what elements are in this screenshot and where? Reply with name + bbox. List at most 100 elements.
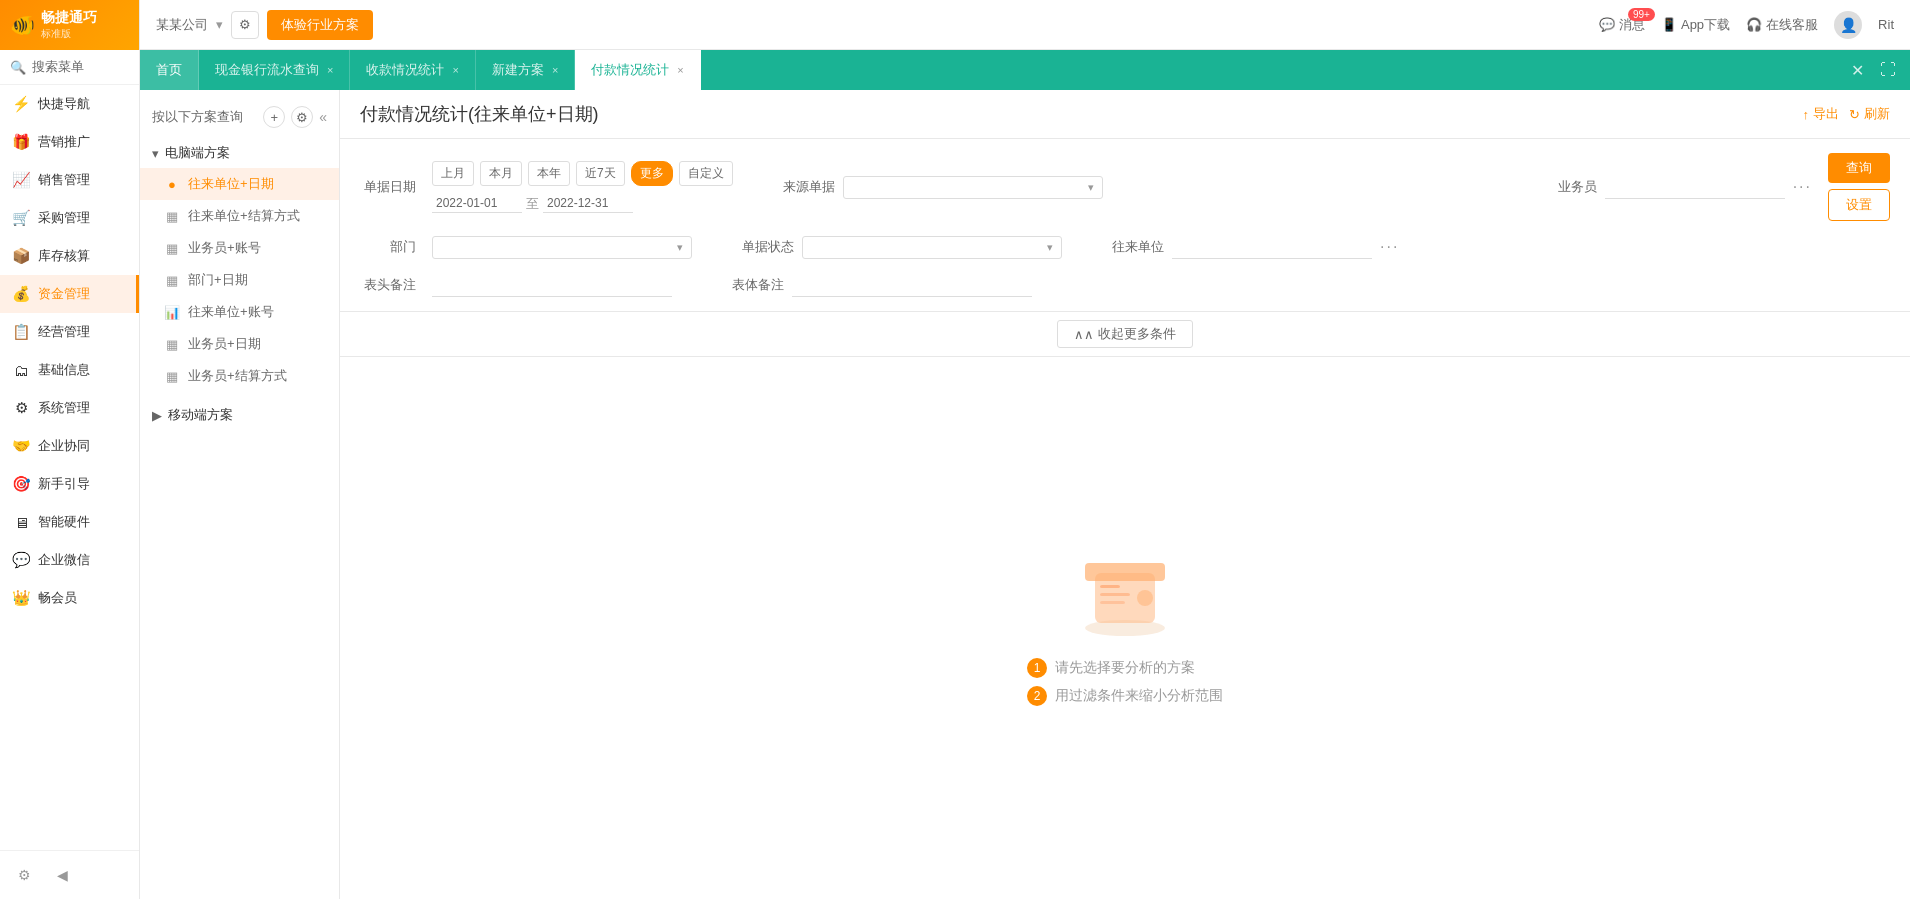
- tab-bank[interactable]: 现金银行流水查询 ×: [199, 50, 350, 90]
- topbar-gear-btn[interactable]: ⚙: [231, 11, 259, 39]
- scheme-item-1[interactable]: ▦ 往来单位+结算方式: [140, 200, 339, 232]
- export-btn[interactable]: ↑ 导出: [1803, 105, 1840, 123]
- sidebar-item-enterprise[interactable]: 🤝 企业协同: [0, 427, 139, 465]
- panel-collapse-btn[interactable]: «: [319, 109, 327, 125]
- sidebar-item-system[interactable]: ⚙ 系统管理: [0, 389, 139, 427]
- date-more-btn[interactable]: 更多: [631, 161, 673, 186]
- svg-point-6: [1137, 590, 1153, 606]
- sidebar-collapse-btn[interactable]: ◀: [48, 861, 76, 889]
- scheme-item-4[interactable]: 📊 往来单位+账号: [140, 296, 339, 328]
- query-btn[interactable]: 查询: [1828, 153, 1890, 183]
- tab-home[interactable]: 首页: [140, 50, 199, 90]
- header-note-input[interactable]: [432, 273, 672, 297]
- tab-payment[interactable]: 付款情况统计 ×: [575, 50, 700, 90]
- app-download-btn[interactable]: 📱 App下载: [1661, 16, 1730, 34]
- scheme-icon-1: ▦: [164, 208, 180, 224]
- svg-rect-5: [1100, 601, 1125, 604]
- sidebar-item-marketing[interactable]: 🎁 营销推广: [0, 123, 139, 161]
- collapse-more-btn[interactable]: ∧∧ 收起更多条件: [1057, 320, 1193, 348]
- sidebar-item-shortcut[interactable]: ⚡ 快捷导航: [0, 85, 139, 123]
- date-last-month-btn[interactable]: 上月: [432, 161, 474, 186]
- scheme-item-label: 业务员+结算方式: [188, 367, 287, 385]
- receipt-tab-close[interactable]: ×: [452, 64, 458, 76]
- sidebar-item-capital[interactable]: 💰 资金管理: [0, 275, 139, 313]
- date-start-input[interactable]: [432, 194, 522, 213]
- counterparty-input[interactable]: [1172, 235, 1372, 259]
- sidebar-item-operations[interactable]: 📋 经营管理: [0, 313, 139, 351]
- hint-num-2: 2: [1027, 686, 1047, 706]
- tab-receipt[interactable]: 收款情况统计 ×: [350, 50, 475, 90]
- tab-expand-btn[interactable]: ⛶: [1874, 57, 1902, 83]
- desktop-group-title[interactable]: ▾ 电脑端方案: [140, 138, 339, 168]
- sidebar-item-purchase[interactable]: 🛒 采购管理: [0, 199, 139, 237]
- marketing-icon: 🎁: [12, 133, 30, 151]
- inventory-icon: 📦: [12, 247, 30, 265]
- sidebar-item-label: 销售管理: [38, 171, 90, 189]
- receipt-tab-label: 收款情况统计: [366, 61, 444, 79]
- date-this-month-btn[interactable]: 本月: [480, 161, 522, 186]
- sidebar-settings-btn[interactable]: ⚙: [10, 861, 38, 889]
- salesperson-input[interactable]: [1605, 175, 1785, 199]
- search-menu[interactable]: 🔍 搜索菜单: [0, 50, 139, 85]
- system-icon: ⚙: [12, 399, 30, 417]
- service-label: 在线客服: [1766, 16, 1818, 34]
- body-note-input[interactable]: [792, 273, 1032, 297]
- search-label: 搜索菜单: [32, 58, 84, 76]
- mobile-scheme-group: ▶ 移动端方案: [140, 396, 339, 434]
- username: Rit: [1878, 17, 1894, 32]
- message-btn[interactable]: 💬 消息 99+: [1599, 16, 1645, 34]
- right-panel: 付款情况统计(往来单位+日期) ↑ 导出 ↻ 刷新 单据日期: [340, 90, 1910, 899]
- tab-close-all-btn[interactable]: ✕: [1845, 57, 1870, 84]
- mobile-group-title[interactable]: ▶ 移动端方案: [140, 400, 339, 430]
- refresh-btn[interactable]: ↻ 刷新: [1849, 105, 1890, 123]
- refresh-icon: ↻: [1849, 107, 1860, 122]
- enterprise-icon: 🤝: [12, 437, 30, 455]
- desktop-group-label: 电脑端方案: [165, 144, 230, 162]
- salesperson-more-btn[interactable]: ···: [1793, 178, 1812, 196]
- sidebar-item-smart[interactable]: 🖥 智能硬件: [0, 503, 139, 541]
- sidebar-item-sales[interactable]: 📈 销售管理: [0, 161, 139, 199]
- sidebar-item-label: 智能硬件: [38, 513, 90, 531]
- scheme-item-3[interactable]: ▦ 部门+日期: [140, 264, 339, 296]
- user-avatar: 👤: [1834, 11, 1862, 39]
- date-custom-btn[interactable]: 自定义: [679, 161, 733, 186]
- dept-select[interactable]: ▾: [432, 236, 692, 259]
- scheme-item-label: 往来单位+日期: [188, 175, 274, 193]
- company-name: 某某公司: [156, 16, 208, 34]
- new-tab-close[interactable]: ×: [552, 64, 558, 76]
- shortcut-icon: ⚡: [12, 95, 30, 113]
- date-end-input[interactable]: [543, 194, 633, 213]
- logo-icon: 🐠: [10, 13, 35, 37]
- settings-btn[interactable]: 设置: [1828, 189, 1890, 221]
- sidebar-item-basic[interactable]: 🗂 基础信息: [0, 351, 139, 389]
- sidebar-item-vip[interactable]: 👑 畅会员: [0, 579, 139, 617]
- scheme-settings-btn[interactable]: ⚙: [291, 106, 313, 128]
- date-7days-btn[interactable]: 近7天: [576, 161, 625, 186]
- company-dropdown-arrow[interactable]: ▾: [216, 17, 223, 32]
- source-select[interactable]: ▾: [843, 176, 1103, 199]
- sidebar-item-label: 企业微信: [38, 551, 90, 569]
- dept-label: 部门: [360, 238, 416, 256]
- scheme-item-2[interactable]: ▦ 业务员+账号: [140, 232, 339, 264]
- tab-new[interactable]: 新建方案 ×: [476, 50, 575, 90]
- payment-tab-close[interactable]: ×: [677, 64, 683, 76]
- scheme-item-0[interactable]: ● 往来单位+日期: [140, 168, 339, 200]
- tabbar: 首页 现金银行流水查询 × 收款情况统计 × 新建方案 × 付款情况统计 × ✕…: [140, 50, 1910, 90]
- scheme-icon-2: ▦: [164, 240, 180, 256]
- scheme-item-5[interactable]: ▦ 业务员+日期: [140, 328, 339, 360]
- bank-tab-close[interactable]: ×: [327, 64, 333, 76]
- sidebar-item-guide[interactable]: 🎯 新手引导: [0, 465, 139, 503]
- filter-area: 单据日期 上月 本月 本年 近7天 更多 自定义 至: [340, 139, 1910, 312]
- service-btn[interactable]: 🎧 在线客服: [1746, 16, 1818, 34]
- sidebar-item-wechat[interactable]: 💬 企业微信: [0, 541, 139, 579]
- trial-btn[interactable]: 体验行业方案: [267, 10, 373, 40]
- doc-status-select[interactable]: ▾: [802, 236, 1062, 259]
- counterparty-more-btn[interactable]: ···: [1380, 238, 1399, 256]
- scheme-item-6[interactable]: ▦ 业务员+结算方式: [140, 360, 339, 392]
- sidebar-item-inventory[interactable]: 📦 库存核算: [0, 237, 139, 275]
- add-scheme-btn[interactable]: +: [263, 106, 285, 128]
- date-this-year-btn[interactable]: 本年: [528, 161, 570, 186]
- sidebar: 🐠 畅捷通巧 标准版 🔍 搜索菜单 ⚡ 快捷导航 🎁 营销推广 📈 销售管理 🛒…: [0, 0, 140, 899]
- sidebar-item-label: 新手引导: [38, 475, 90, 493]
- payment-tab-label: 付款情况统计: [591, 61, 669, 79]
